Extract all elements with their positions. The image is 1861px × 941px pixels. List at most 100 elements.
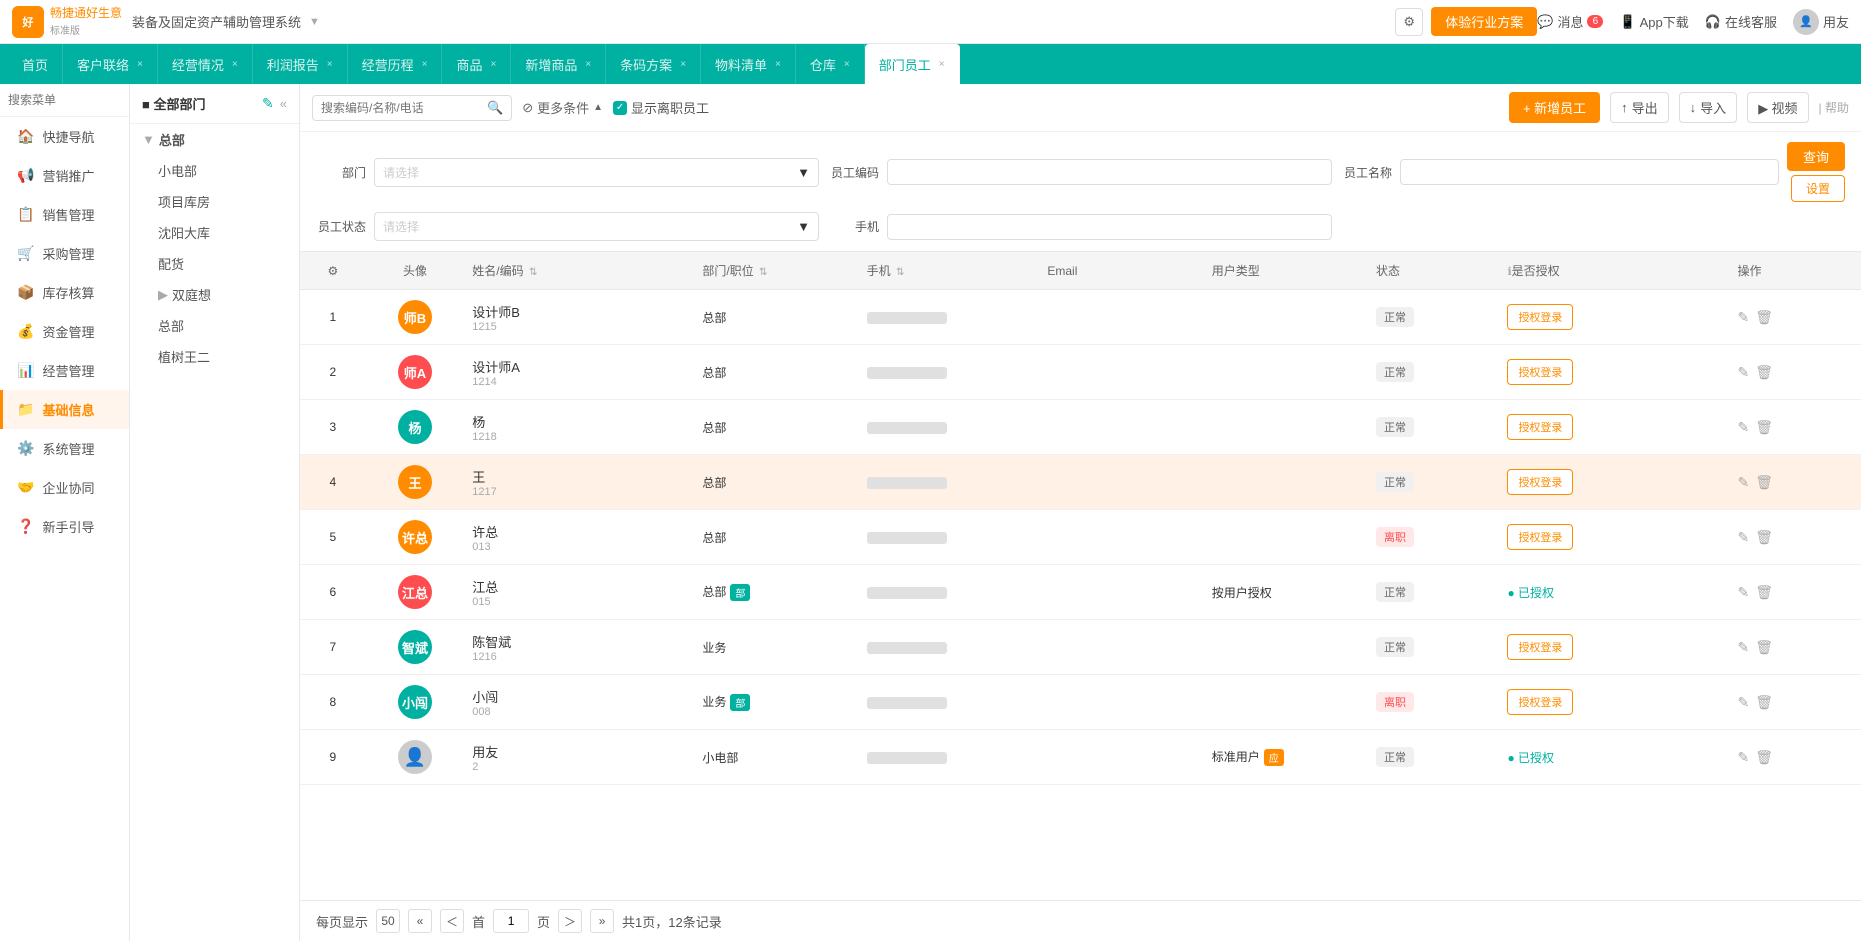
delete-button[interactable]: 🗑: [1755, 529, 1773, 546]
col-settings[interactable]: ⚙: [300, 252, 366, 290]
search-input[interactable]: [321, 101, 481, 115]
sidebar-item-purchase[interactable]: 🛒 采购管理: [0, 234, 129, 273]
tab-new-goods[interactable]: 新增商品 ×: [511, 44, 606, 84]
edit-button[interactable]: ✎: [1737, 584, 1749, 601]
delete-button[interactable]: 🗑: [1755, 474, 1773, 491]
sidebar-item-guide[interactable]: ❓ 新手引导: [0, 507, 129, 546]
tab-profit[interactable]: 利润报告 ×: [253, 44, 348, 84]
dept-item-peihuo[interactable]: 配货: [130, 248, 299, 279]
more-conditions-btn[interactable]: ⊘ 更多条件 ▲: [522, 98, 603, 117]
auth-login-button[interactable]: 授权登录: [1507, 634, 1573, 660]
dept-item-shuangtingx[interactable]: ▶ 双庭想: [130, 279, 299, 310]
edit-button[interactable]: ✎: [1737, 639, 1749, 656]
sidebar-item-collab[interactable]: 🤝 企业协同: [0, 468, 129, 507]
prev-page-btn[interactable]: ＜: [440, 909, 464, 933]
set-button[interactable]: 设置: [1791, 175, 1845, 202]
main-layout: 🔍 🏠 快捷导航 📢 营销推广 📋 销售管理 🛒 采购管理 📦 库存核算 💰 资…: [0, 84, 1861, 941]
phone-input[interactable]: [887, 214, 1332, 240]
show-resigned-toggle[interactable]: ✓ 显示离职员工: [613, 98, 709, 117]
top-bar: 好 畅捷通好生意 标准版 装备及固定资产辅助管理系统 ▼ ⚙ 体验行业方案 💬 …: [0, 0, 1861, 44]
sidebar-item-basic[interactable]: 📁 基础信息: [0, 390, 129, 429]
dept-item-xiaodianbw[interactable]: 小电部: [130, 155, 299, 186]
view-button[interactable]: ▶ 视频: [1747, 92, 1808, 123]
tab-goods[interactable]: 商品 ×: [442, 44, 511, 84]
row-user-type: [1204, 675, 1368, 730]
dept-item-xmkf[interactable]: 项目库房: [130, 186, 299, 217]
app-download-btn[interactable]: 📱 App下载: [1619, 12, 1688, 31]
export-button[interactable]: ↑ 导出: [1610, 92, 1669, 123]
col-usertype: 用户类型: [1204, 252, 1368, 290]
edit-button[interactable]: ✎: [1737, 364, 1749, 381]
edit-button[interactable]: ✎: [1737, 309, 1749, 326]
tab-home[interactable]: 首页: [8, 44, 63, 84]
row-phone: [859, 400, 1040, 455]
dept-edit-icon[interactable]: ✎: [262, 95, 274, 112]
auth-login-button[interactable]: 授权登录: [1507, 469, 1573, 495]
col-phone[interactable]: 手机 ⇅: [859, 252, 1040, 290]
delete-button[interactable]: 🗑: [1755, 749, 1773, 766]
sidebar-item-marketing[interactable]: 📢 营销推广: [0, 156, 129, 195]
filter-empcode-row: 员工编码: [829, 159, 1332, 185]
page-input[interactable]: [493, 909, 529, 933]
service-btn[interactable]: 🎧 在线客服: [1705, 12, 1777, 31]
auth-login-button[interactable]: 授权登录: [1507, 524, 1573, 550]
dept-item-zongbu[interactable]: ▼ 总部: [130, 124, 299, 155]
edit-button[interactable]: ✎: [1737, 474, 1749, 491]
trial-button[interactable]: 体验行业方案: [1431, 7, 1537, 36]
dept-item-zhishu[interactable]: 植树王二: [130, 341, 299, 372]
last-page-btn[interactable]: »: [590, 909, 614, 933]
edit-button[interactable]: ✎: [1737, 529, 1749, 546]
sidebar-item-finance[interactable]: 💰 资金管理: [0, 312, 129, 351]
dept-item-zongbu2[interactable]: 总部: [130, 310, 299, 341]
delete-button[interactable]: 🗑: [1755, 364, 1773, 381]
col-dept[interactable]: 部门/职位 ⇅: [694, 252, 858, 290]
auth-login-button[interactable]: 授权登录: [1507, 359, 1573, 385]
sidebar-item-system[interactable]: ⚙️ 系统管理: [0, 429, 129, 468]
delete-button[interactable]: 🗑: [1755, 309, 1773, 326]
sidebar-item-nav[interactable]: 🏠 快捷导航: [0, 117, 129, 156]
help-text[interactable]: | 帮助: [1819, 99, 1849, 116]
add-employee-button[interactable]: + 新增员工: [1509, 92, 1600, 123]
delete-button[interactable]: 🗑: [1755, 694, 1773, 711]
dept-collapse-icon[interactable]: «: [280, 96, 287, 111]
first-page-btn[interactable]: «: [408, 909, 432, 933]
empcode-input[interactable]: [887, 159, 1332, 185]
row-user-type: [1204, 290, 1368, 345]
tab-employees[interactable]: 部门员工 ×: [865, 44, 960, 84]
message-btn[interactable]: 💬 消息 6: [1537, 12, 1603, 31]
delete-button[interactable]: 🗑: [1755, 639, 1773, 656]
delete-button[interactable]: 🗑: [1755, 584, 1773, 601]
empname-input[interactable]: [1400, 159, 1779, 185]
edit-button[interactable]: ✎: [1737, 419, 1749, 436]
row-avatar: 王: [366, 455, 465, 510]
edit-button[interactable]: ✎: [1737, 749, 1749, 766]
auth-login-button[interactable]: 授权登录: [1507, 414, 1573, 440]
tab-bom[interactable]: 物料清单 ×: [701, 44, 796, 84]
sidebar-item-inventory[interactable]: 📦 库存核算: [0, 273, 129, 312]
tab-customer[interactable]: 客户联络 ×: [63, 44, 158, 84]
empstatus-select[interactable]: 请选择 ▼: [374, 212, 819, 241]
sidebar-search-input[interactable]: [8, 93, 130, 107]
tab-operations[interactable]: 经营情况 ×: [158, 44, 253, 84]
tab-barcode[interactable]: 条码方案 ×: [606, 44, 701, 84]
sidebar-item-sales[interactable]: 📋 销售管理: [0, 195, 129, 234]
dept-select[interactable]: 请选择 ▼: [374, 158, 819, 187]
tab-history[interactable]: 经营历程 ×: [348, 44, 443, 84]
delete-button[interactable]: 🗑: [1755, 419, 1773, 436]
gear-button[interactable]: ⚙: [1395, 8, 1423, 36]
auth-login-button[interactable]: 授权登录: [1507, 689, 1573, 715]
col-name[interactable]: 姓名/编码 ⇅: [464, 252, 694, 290]
per-page-value[interactable]: 50: [376, 909, 400, 933]
search-box: 🔍: [312, 95, 512, 121]
auth-login-button[interactable]: 授权登录: [1507, 304, 1573, 330]
row-email: [1039, 400, 1203, 455]
dept-item-syddk[interactable]: 沈阳大库: [130, 217, 299, 248]
import-button[interactable]: ↓ 导入: [1679, 92, 1738, 123]
tab-warehouse[interactable]: 仓库 ×: [796, 44, 865, 84]
search-icon[interactable]: 🔍: [487, 100, 503, 116]
edit-button[interactable]: ✎: [1737, 694, 1749, 711]
sidebar-item-ops[interactable]: 📊 经营管理: [0, 351, 129, 390]
search-button[interactable]: 查询: [1787, 142, 1845, 171]
next-page-btn[interactable]: ＞: [558, 909, 582, 933]
user-menu[interactable]: 👤 用友: [1793, 9, 1849, 35]
